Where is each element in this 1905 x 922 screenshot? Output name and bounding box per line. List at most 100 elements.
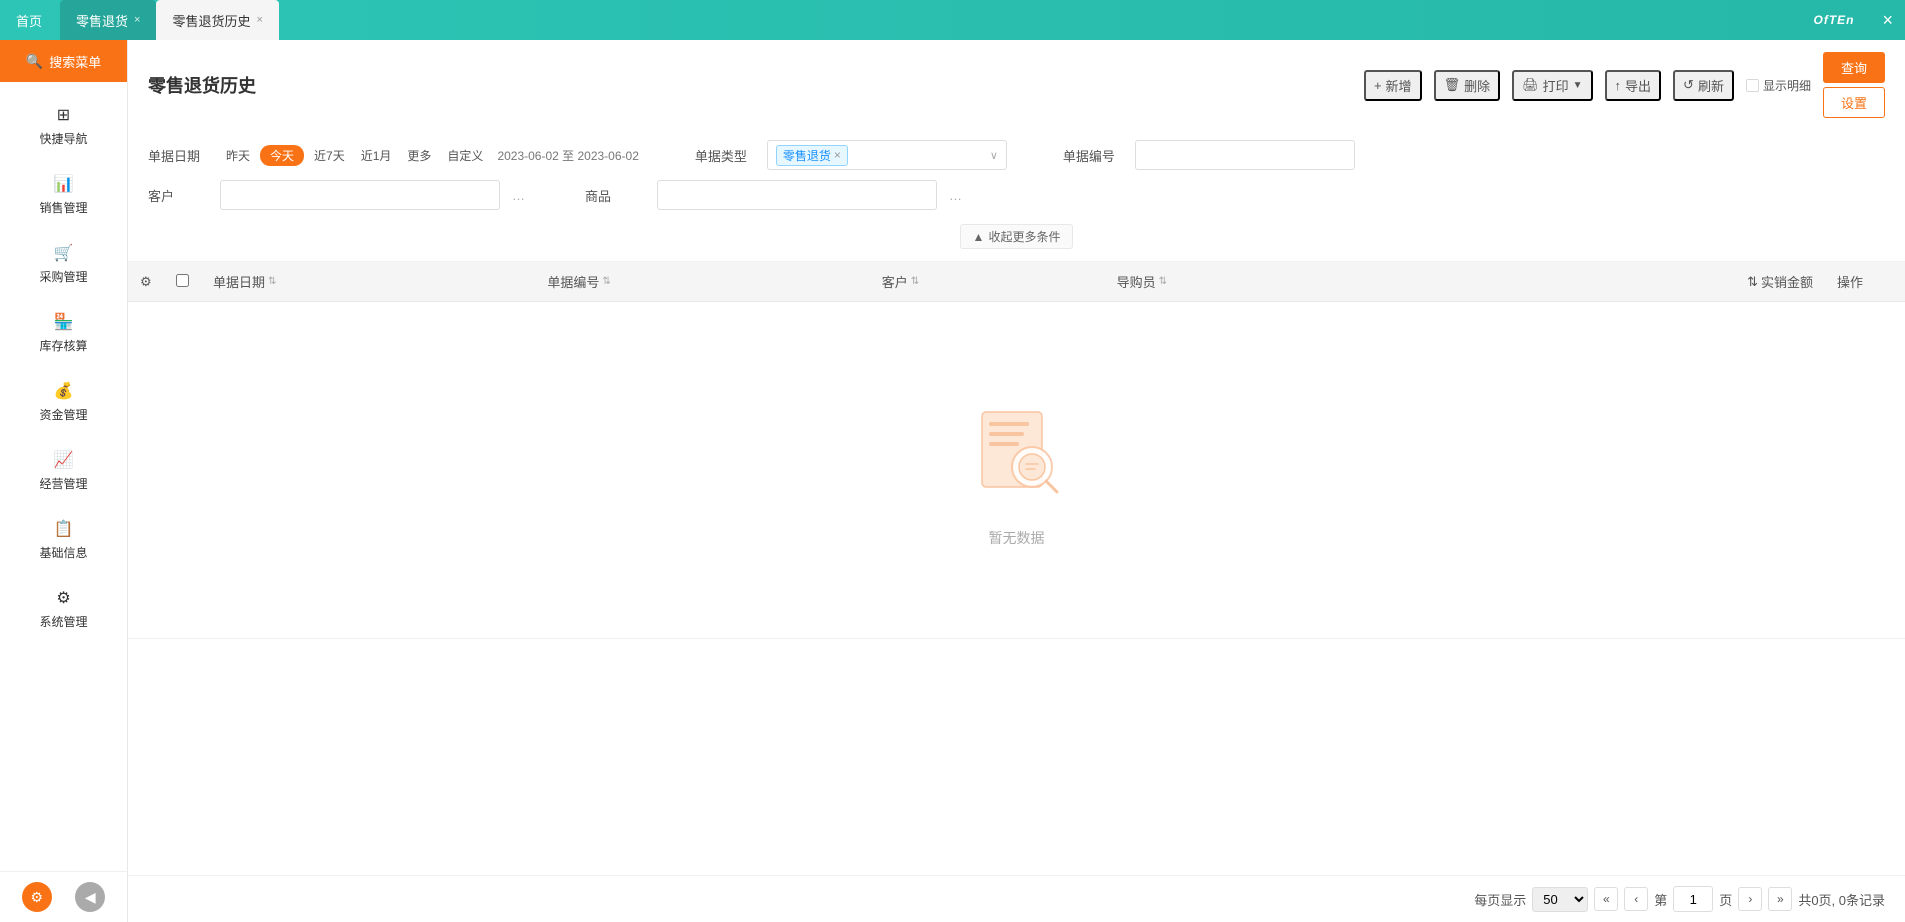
export-button[interactable]: ↑ 导出 <box>1605 70 1662 101</box>
refresh-button[interactable]: ↺ 刷新 <box>1673 70 1734 101</box>
prev-page-icon: ‹ <box>1634 892 1638 906</box>
main-layout: 🔍 搜索菜单 ⊞ 快捷导航 📊 销售管理 🛒 采购管理 🏪 库存核算 💰 <box>0 40 1905 922</box>
page-unit: 页 <box>1719 890 1732 909</box>
date-filter-label: 单据日期 <box>148 146 204 165</box>
sidebar: 🔍 搜索菜单 ⊞ 快捷导航 📊 销售管理 🛒 采购管理 🏪 库存核算 💰 <box>0 40 128 922</box>
print-icon: 🖨 <box>1522 77 1539 93</box>
new-icon: + <box>1374 78 1382 93</box>
collapse-label: 收起更多条件 <box>988 228 1060 245</box>
filter-row-customer: 客户 … 商品 … <box>148 180 1885 210</box>
finance-icon: 💰 <box>53 380 75 402</box>
date-opt-more[interactable]: 更多 <box>401 145 437 166</box>
date-opt-today[interactable]: 今天 <box>260 145 304 166</box>
sidebar-item-inventory[interactable]: 🏪 库存核算 <box>6 299 121 366</box>
display-switch-label: 显示明细 <box>1746 77 1811 94</box>
prev-page-button[interactable]: ‹ <box>1624 887 1648 911</box>
display-switch-text: 显示明细 <box>1763 77 1811 94</box>
collapse-button[interactable]: ▲ 收起更多条件 <box>960 224 1074 249</box>
sales-icon: 📊 <box>53 173 75 195</box>
th-actions: 操作 <box>1825 262 1905 302</box>
sidebar-item-quick-nav[interactable]: ⊞ 快捷导航 <box>6 92 121 159</box>
sidebar-item-system[interactable]: ⚙ 系统管理 <box>6 575 121 642</box>
sidebar-settings-button[interactable]: ⚙ <box>22 882 52 912</box>
tab-retail-return-history-close[interactable]: × <box>256 14 262 26</box>
number-input[interactable] <box>1135 140 1355 170</box>
page-size-label: 每页显示 <box>1474 890 1526 909</box>
settings-button[interactable]: 设置 <box>1823 87 1885 118</box>
th-guide-label: 导购员 <box>1117 272 1156 291</box>
delete-label: 删除 <box>1464 76 1490 95</box>
th-guide-sort-icon[interactable]: ⇅ <box>1159 277 1167 287</box>
sidebar-item-finance[interactable]: 💰 资金管理 <box>6 368 121 435</box>
operation-icon: 📈 <box>53 449 75 471</box>
th-customer-sort-icon[interactable]: ⇅ <box>911 277 919 287</box>
sidebar-items: ⊞ 快捷导航 📊 销售管理 🛒 采购管理 🏪 库存核算 💰 资金管理 📈 <box>0 82 127 871</box>
select-all-checkbox[interactable] <box>176 274 189 287</box>
table-footer: 每页显示 20 50 100 « ‹ 第 页 › <box>128 875 1905 922</box>
basic-info-icon: 📋 <box>53 518 75 540</box>
date-opt-1month[interactable]: 近1月 <box>355 145 398 166</box>
last-page-button[interactable]: » <box>1768 887 1792 911</box>
sidebar-item-operation[interactable]: 📈 经营管理 <box>6 437 121 504</box>
delete-button[interactable]: 🗑 删除 <box>1434 70 1501 101</box>
goods-input[interactable] <box>657 180 937 210</box>
type-tag-close[interactable]: × <box>834 148 841 162</box>
customer-input-group: … <box>220 180 529 210</box>
th-date-sort-icon[interactable]: ⇅ <box>268 277 276 287</box>
topbar-right: OfTEn <box>1813 13 1870 27</box>
window-close-button[interactable]: × <box>1870 10 1905 31</box>
page-size-select[interactable]: 20 50 100 <box>1532 887 1588 912</box>
next-page-button[interactable]: › <box>1738 887 1762 911</box>
tab-retail-return-label: 零售退货 <box>76 11 128 30</box>
sidebar-collapse-button[interactable]: ◀ <box>75 882 105 912</box>
page-title: 零售退货历史 <box>148 72 256 98</box>
customer-input[interactable] <box>220 180 500 210</box>
th-settings[interactable]: ⚙ <box>128 262 164 302</box>
new-button[interactable]: + 新增 <box>1364 70 1422 101</box>
sidebar-item-finance-label: 资金管理 <box>39 406 87 423</box>
type-tag-text: 零售退货 <box>783 147 831 164</box>
header-row: ⚙ 单据日期 ⇅ 单据编号 <box>128 262 1905 302</box>
topbar: 首页 零售退货 × 零售退货历史 × OfTEn × <box>0 0 1905 40</box>
sidebar-item-system-label: 系统管理 <box>39 613 87 630</box>
th-customer-label: 客户 <box>882 272 908 291</box>
th-amount-sort-icon[interactable]: ⇅ <box>1747 274 1758 290</box>
th-customer: 客户 ⇅ <box>870 262 1105 302</box>
first-page-button[interactable]: « <box>1594 887 1618 911</box>
date-opt-custom[interactable]: 自定义 <box>441 145 489 166</box>
goods-input-group: … <box>657 180 966 210</box>
table-body: 暂无数据 <box>128 302 1905 639</box>
th-number-sort-icon[interactable]: ⇅ <box>602 277 610 287</box>
goods-ellipsis-icon[interactable]: … <box>945 188 966 203</box>
sidebar-search[interactable]: 🔍 搜索菜单 <box>0 40 127 82</box>
tab-retail-return[interactable]: 零售退货 × <box>60 0 156 40</box>
system-icon: ⚙ <box>53 587 75 609</box>
empty-text: 暂无数据 <box>989 528 1045 548</box>
page-number-input[interactable] <box>1673 886 1713 912</box>
sidebar-item-basic-info[interactable]: 📋 基础信息 <box>6 506 121 573</box>
th-checkbox[interactable] <box>164 262 201 302</box>
table-header: ⚙ 单据日期 ⇅ 单据编号 <box>128 262 1905 302</box>
empty-illustration <box>957 392 1077 512</box>
date-options: 昨天 今天 近7天 近1月 更多 自定义 2023-06-02 至 2023-0… <box>220 145 639 166</box>
sidebar-item-purchase[interactable]: 🛒 采购管理 <box>6 230 121 297</box>
customer-ellipsis-icon[interactable]: … <box>508 188 529 203</box>
th-spacer <box>1389 262 1481 302</box>
date-opt-7days[interactable]: 近7天 <box>308 145 351 166</box>
last-page-icon: » <box>1777 892 1784 906</box>
print-button[interactable]: 🖨 打印 ▼ <box>1512 70 1592 101</box>
tab-retail-return-history[interactable]: 零售退货历史 × <box>156 0 278 40</box>
query-button[interactable]: 查询 <box>1823 52 1885 83</box>
tab-home[interactable]: 首页 <box>0 0 58 40</box>
purchase-icon: 🛒 <box>53 242 75 264</box>
table-container: ⚙ 单据日期 ⇅ 单据编号 <box>128 262 1905 875</box>
type-select[interactable]: 零售退货 × ∨ <box>767 140 1007 170</box>
display-switch-checkbox[interactable] <box>1746 79 1759 92</box>
date-opt-yesterday[interactable]: 昨天 <box>220 145 256 166</box>
tab-retail-return-close[interactable]: × <box>134 14 140 26</box>
page-label: 第 <box>1654 890 1667 909</box>
collapse-up-icon: ▲ <box>973 230 985 244</box>
date-range-display: 2023-06-02 至 2023-06-02 <box>497 147 638 164</box>
often-brand: OfTEn <box>1813 13 1854 27</box>
sidebar-item-sales[interactable]: 📊 销售管理 <box>6 161 121 228</box>
